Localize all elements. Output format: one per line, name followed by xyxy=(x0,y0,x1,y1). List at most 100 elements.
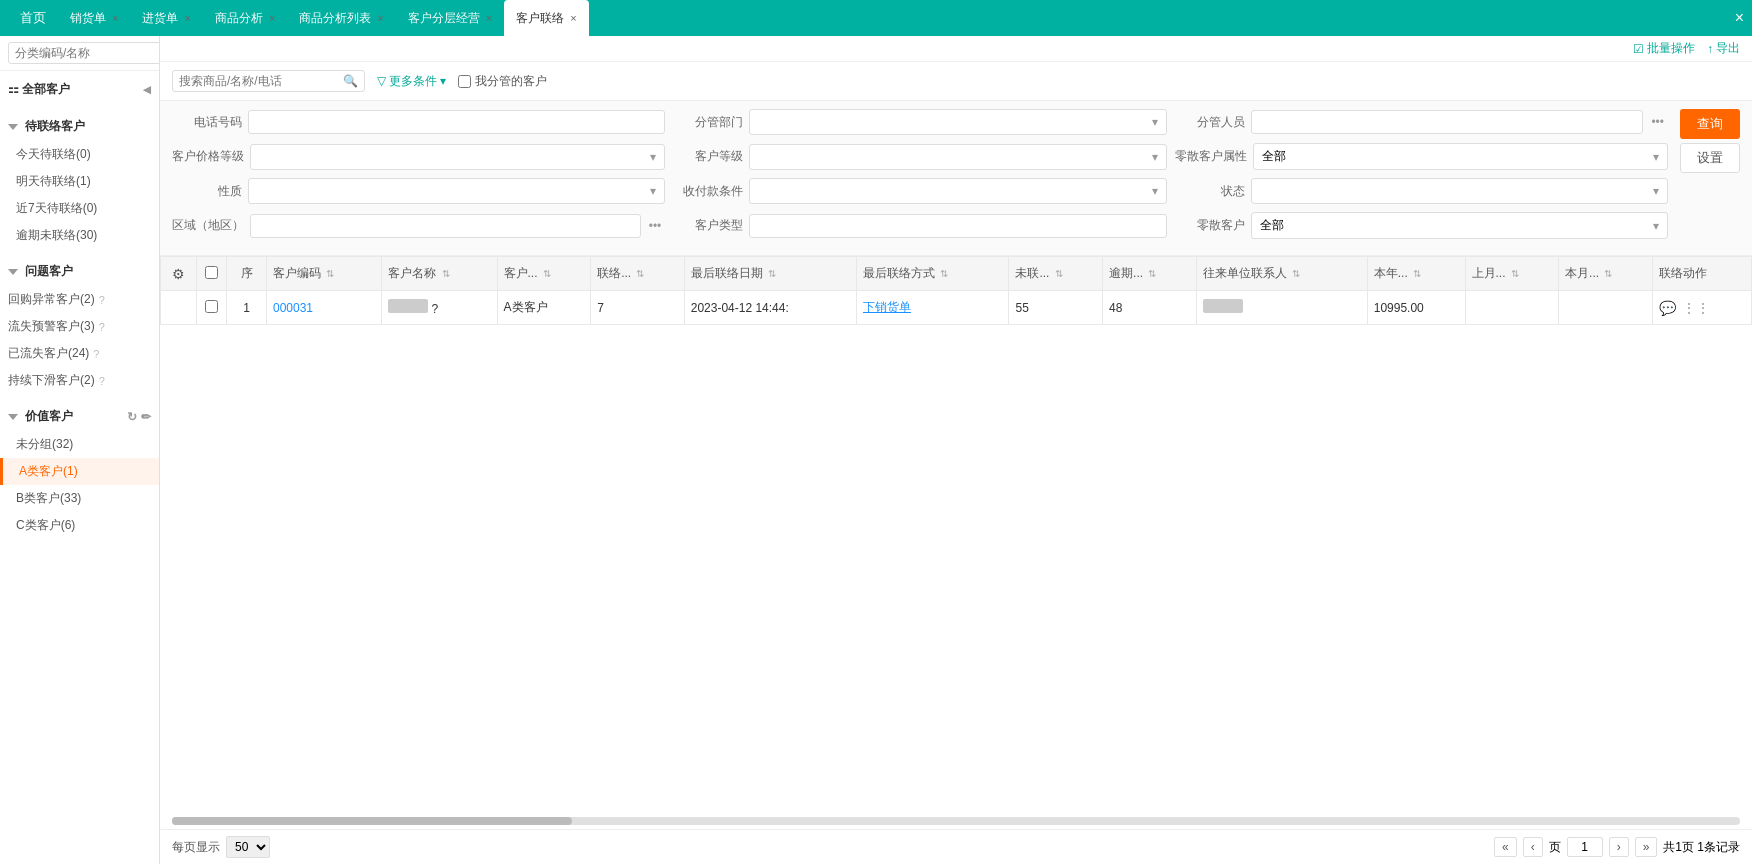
col-this-year-header[interactable]: 本年... ⇅ xyxy=(1367,257,1465,291)
sidebar-item-a-class[interactable]: A类客户(1) xyxy=(0,458,159,485)
row-code-cell[interactable]: 000031 xyxy=(267,291,382,325)
filter-retail-select[interactable]: 全部 ▾ xyxy=(1251,212,1668,239)
filter-customer-type-input[interactable] xyxy=(749,214,1166,238)
filter-region: 区域（地区） ••• xyxy=(172,214,665,238)
sidebar-item-7days[interactable]: 近7天待联络(0) xyxy=(0,195,159,222)
my-customers-check-input[interactable] xyxy=(458,75,471,88)
sidebar-item-overdue[interactable]: 逾期未联络(30) xyxy=(0,222,159,249)
col-overdue-header[interactable]: 逾期... ⇅ xyxy=(1103,257,1197,291)
row-contact-person-cell xyxy=(1196,291,1367,325)
col-name-header[interactable]: 客户名称 ⇅ xyxy=(382,257,497,291)
filter-phone-label: 电话号码 xyxy=(172,114,242,131)
close-goods-tab[interactable]: × xyxy=(269,12,275,24)
filter-search-icon[interactable]: 🔍 xyxy=(343,74,358,88)
close-customer-contact-tab[interactable]: × xyxy=(570,12,576,24)
col-last-contact-method-header[interactable]: 最后联络方式 ⇅ xyxy=(856,257,1008,291)
chevron-retail2-icon: ▾ xyxy=(1653,219,1659,233)
close-sales-tab[interactable]: × xyxy=(112,12,118,24)
filter-dept-select[interactable]: ▾ xyxy=(749,109,1166,135)
nav-customer-contact[interactable]: 客户联络 × xyxy=(504,0,588,36)
close-purchase-tab[interactable]: × xyxy=(184,12,190,24)
nav-customer-ops[interactable]: 客户分层经营 × xyxy=(396,0,504,36)
batch-ops-button[interactable]: ☑ 批量操作 xyxy=(1633,40,1695,57)
sidebar-item-b-class[interactable]: B类客户(33) xyxy=(0,485,159,512)
nav-goods-analysis[interactable]: 商品分析 × xyxy=(203,0,287,36)
close-goods-list-tab[interactable]: × xyxy=(377,12,383,24)
col-contact-person-header[interactable]: 往来单位联系人 ⇅ xyxy=(1196,257,1367,291)
col-last-month-header[interactable]: 上月... ⇅ xyxy=(1465,257,1559,291)
close-all-tabs[interactable]: × xyxy=(1735,9,1744,27)
filter-phone-input[interactable] xyxy=(248,110,665,134)
filter-payment-select[interactable]: ▾ xyxy=(749,178,1166,204)
message-icon[interactable]: 💬 xyxy=(1659,300,1676,316)
col-contact-count-header[interactable]: 联络... ⇅ xyxy=(591,257,685,291)
row-action-cell: 💬 ⋮⋮ xyxy=(1652,291,1751,325)
col-uncontacted-header[interactable]: 未联... ⇅ xyxy=(1009,257,1103,291)
sidebar-value-title[interactable]: 价值客户 ↻ ✏ xyxy=(0,402,159,431)
scroll-thumb[interactable] xyxy=(172,817,572,825)
my-customers-checkbox[interactable]: 我分管的客户 xyxy=(458,73,547,90)
col-customer-type-header[interactable]: 客户... ⇅ xyxy=(497,257,591,291)
sidebar-all-customers[interactable]: ⚏ 全部客户 ◀ xyxy=(0,75,159,104)
chevron-retail-icon: ▾ xyxy=(1653,150,1659,164)
select-all-checkbox[interactable] xyxy=(205,266,218,279)
first-page-button[interactable]: « xyxy=(1494,837,1517,857)
manager-dots-button[interactable]: ••• xyxy=(1647,115,1668,129)
filter-nature-select[interactable]: ▾ xyxy=(248,178,665,204)
sidebar-item-tomorrow[interactable]: 明天待联络(1) xyxy=(0,168,159,195)
region-dots-button[interactable]: ••• xyxy=(645,219,666,233)
more-conditions-button[interactable]: ▽ 更多条件 ▾ xyxy=(377,73,446,90)
page-number-input[interactable] xyxy=(1567,837,1603,857)
query-button[interactable]: 查询 xyxy=(1680,109,1740,139)
filter-region-input[interactable] xyxy=(250,214,641,238)
row-name-cell[interactable]: ? xyxy=(382,291,497,325)
nav-purchase[interactable]: 进货单 × xyxy=(130,0,202,36)
filter-manager-input[interactable] xyxy=(1251,110,1644,134)
row-checkbox-cell[interactable] xyxy=(197,291,227,325)
close-customer-ops-tab[interactable]: × xyxy=(486,12,492,24)
sidebar-pending-title[interactable]: 待联络客户 xyxy=(0,112,159,141)
row-checkbox[interactable] xyxy=(205,300,218,313)
sidebar-collapse-icon[interactable]: ◀ xyxy=(143,84,151,95)
nav-home[interactable]: 首页 xyxy=(8,0,58,36)
row-last-method-cell[interactable]: 下销货单 xyxy=(856,291,1008,325)
filter-customer-level-select[interactable]: ▾ xyxy=(749,144,1166,170)
filter-status-select[interactable]: ▾ xyxy=(1251,178,1668,204)
sidebar-search-input[interactable] xyxy=(8,42,160,64)
settings-button[interactable]: 设置 xyxy=(1680,143,1740,173)
col-num-header: 序 xyxy=(227,257,267,291)
table-area: ⚙ 序 客户编码 ⇅ 客户名称 ⇅ xyxy=(160,256,1752,813)
filter-price-level-select[interactable]: ▾ xyxy=(250,144,665,170)
sidebar-item-lost[interactable]: 已流失客户(24) ? xyxy=(0,340,159,367)
sidebar-item-declining[interactable]: 持续下滑客户(2) ? xyxy=(0,367,159,394)
last-page-button[interactable]: » xyxy=(1635,837,1658,857)
col-checkbox-header[interactable] xyxy=(197,257,227,291)
sidebar-item-lost-warning[interactable]: 流失预警客户(3) ? xyxy=(0,313,159,340)
prev-page-button[interactable]: ‹ xyxy=(1523,837,1543,857)
col-code-header[interactable]: 客户编码 ⇅ xyxy=(267,257,382,291)
col-settings-header[interactable]: ⚙ xyxy=(161,257,197,291)
sidebar-item-ungrouped[interactable]: 未分组(32) xyxy=(0,431,159,458)
sidebar-item-today[interactable]: 今天待联络(0) xyxy=(0,141,159,168)
filter-search-input[interactable] xyxy=(179,74,339,88)
horizontal-scrollbar[interactable] xyxy=(172,817,1740,825)
last-method-link[interactable]: 下销货单 xyxy=(863,300,911,314)
sidebar-item-c-class[interactable]: C类客户(6) xyxy=(0,512,159,539)
edit-icon[interactable]: ✏ xyxy=(141,410,151,424)
sidebar-item-repurchase[interactable]: 回购异常客户(2) ? xyxy=(0,286,159,313)
next-page-button[interactable]: › xyxy=(1609,837,1629,857)
sort-name-icon: ⇅ xyxy=(442,268,450,279)
col-this-month-header[interactable]: 本月... ⇅ xyxy=(1559,257,1653,291)
sidebar-problem-title[interactable]: 问题客户 xyxy=(0,257,159,286)
nav-goods-list[interactable]: 商品分析列表 × xyxy=(287,0,395,36)
nav-sales[interactable]: 销货单 × xyxy=(58,0,130,36)
per-page-select[interactable]: 50 xyxy=(226,836,270,858)
more-action-icon[interactable]: ⋮⋮ xyxy=(1682,300,1710,316)
gear-icon[interactable]: ⚙ xyxy=(172,266,185,282)
name-blurred xyxy=(388,299,428,313)
export-button[interactable]: ↑ 导出 xyxy=(1707,40,1740,57)
filter-dept: 分管部门 ▾ xyxy=(673,109,1166,135)
col-last-contact-date-header[interactable]: 最后联络日期 ⇅ xyxy=(684,257,856,291)
filter-retail-attr-select[interactable]: 全部 ▾ xyxy=(1253,143,1668,170)
refresh-icon[interactable]: ↻ xyxy=(127,410,137,424)
